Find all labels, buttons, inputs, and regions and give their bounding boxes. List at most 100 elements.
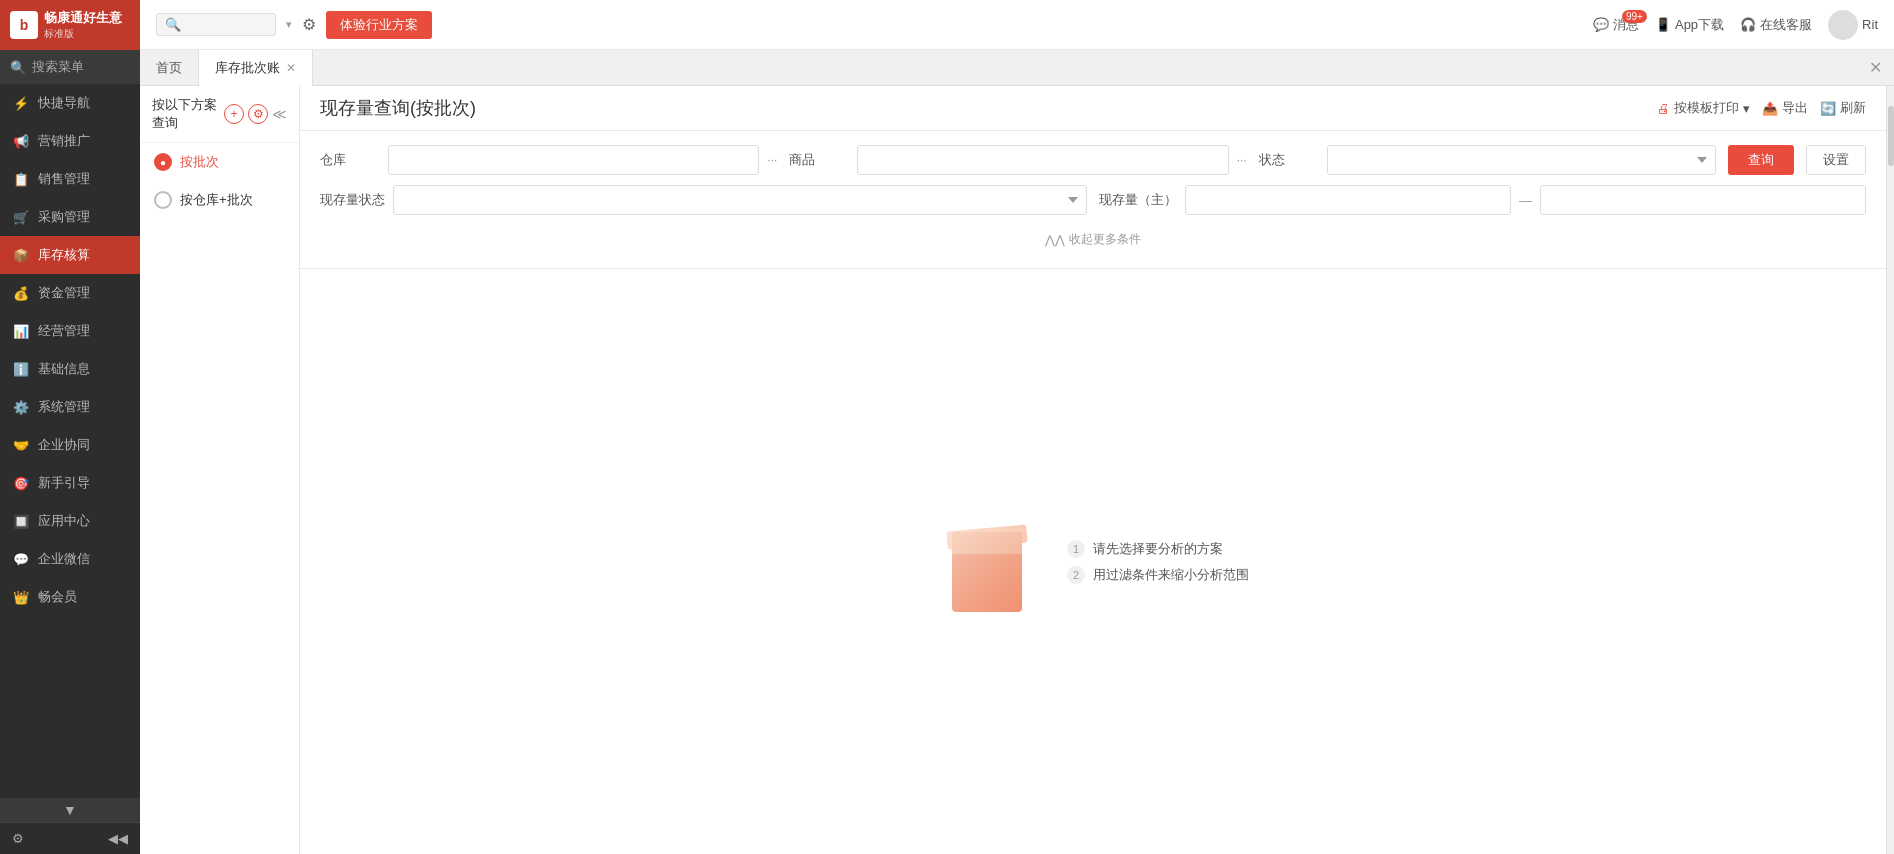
scheme-setting-btn[interactable]: ⚙ (248, 104, 268, 124)
tabs-close-all-icon[interactable]: ✕ (1857, 58, 1894, 77)
sidebar-item-quicknav[interactable]: ⚡ 快捷导航 (0, 84, 140, 122)
box-body (952, 552, 1022, 612)
topbar-messages[interactable]: 💬 消息 99+ (1593, 16, 1639, 34)
app-name-block: 畅康通好生意 标准版 (44, 10, 122, 40)
sidebar-item-basicinfo[interactable]: ℹ️ 基础信息 (0, 350, 140, 388)
sidebar-scroll-down[interactable]: ▼ (0, 798, 140, 822)
settings-icon[interactable]: ⚙ (12, 831, 24, 846)
filter-status: 状态 (1259, 145, 1716, 175)
filter-product: 商品 ··· (789, 145, 1246, 175)
inventory-qty-min[interactable] (1185, 185, 1511, 215)
filter-warehouse: 仓库 ··· (320, 145, 777, 175)
inventory-qty-label: 现存量（主） (1099, 191, 1177, 209)
sidebar-item-finance[interactable]: 💰 资金管理 (0, 274, 140, 312)
export-icon: 📤 (1762, 101, 1778, 116)
sidebar-item-inventory[interactable]: 📦 库存核算 (0, 236, 140, 274)
sales-icon: 📋 (12, 170, 30, 188)
purchase-icon: 🛒 (12, 208, 30, 226)
topbar-search-box[interactable]: 🔍 (156, 13, 276, 36)
sidebar: b 畅康通好生意 标准版 🔍 搜索菜单 ⚡ 快捷导航 📢 营销推广 📋 销售管理… (0, 0, 140, 854)
filter-row-2: 现存量状态 现存量（主） — (320, 185, 1866, 215)
sidebar-item-label: 企业协同 (38, 436, 90, 454)
product-filter-label: 商品 (789, 151, 849, 169)
product-more-btn[interactable]: ··· (1237, 153, 1247, 167)
empty-text: 1 请先选择要分析的方案 2 用过滤条件来缩小分析范围 (1067, 540, 1249, 584)
collapse-up-icon: ⋀⋀ (1045, 233, 1065, 247)
collapse-more-btn[interactable]: ⋀⋀ 收起更多条件 (320, 225, 1866, 254)
topbar-search-input[interactable] (185, 18, 265, 32)
sidebar-item-label: 资金管理 (38, 284, 90, 302)
product-filter-input[interactable] (857, 145, 1228, 175)
online-service-label: 在线客服 (1760, 16, 1812, 34)
print-dropdown-icon[interactable]: ▾ (1743, 101, 1750, 116)
messages-badge: 99+ (1622, 10, 1647, 23)
topbar-app-download[interactable]: 📱 App下载 (1655, 16, 1724, 34)
info-icon: ℹ️ (12, 360, 30, 378)
tab-inventory-batch-label: 库存批次账 (215, 59, 280, 77)
topbar-dropdown-icon[interactable]: ▾ (286, 18, 292, 31)
left-panel-actions: + ⚙ ≪ (224, 104, 287, 124)
sidebar-item-system[interactable]: ⚙️ 系统管理 (0, 388, 140, 426)
query-btn[interactable]: 查询 (1728, 145, 1794, 175)
sidebar-item-label: 新手引导 (38, 474, 90, 492)
sidebar-search-label: 搜索菜单 (32, 58, 84, 76)
print-label: 按模板打印 (1674, 99, 1739, 117)
tab-close-icon[interactable]: ✕ (286, 61, 296, 75)
left-panel-collapse-icon[interactable]: ≪ (272, 106, 287, 122)
topbar-online-service[interactable]: 🎧 在线客服 (1740, 16, 1812, 34)
sidebar-item-collab[interactable]: 🤝 企业协同 (0, 426, 140, 464)
nav-icon: ⚡ (12, 94, 30, 112)
filter-inventory-status: 现存量状态 (320, 185, 1087, 215)
scrollbar-thumb[interactable] (1888, 106, 1894, 166)
inventory-status-select[interactable] (393, 185, 1087, 215)
left-panel-title: 按以下方案查询 (152, 96, 218, 132)
sidebar-item-label: 库存核算 (38, 246, 90, 264)
tab-inventory-batch[interactable]: 库存批次账 ✕ (199, 50, 313, 86)
empty-step-2: 2 用过滤条件来缩小分析范围 (1067, 566, 1249, 584)
sidebar-item-marketing[interactable]: 📢 营销推广 (0, 122, 140, 160)
sidebar-item-guide[interactable]: 🎯 新手引导 (0, 464, 140, 502)
collapse-more-label: 收起更多条件 (1069, 231, 1141, 248)
warehouse-filter-label: 仓库 (320, 151, 380, 169)
empty-state: 1 请先选择要分析的方案 2 用过滤条件来缩小分析范围 (300, 269, 1886, 854)
sidebar-item-wechat[interactable]: 💬 企业微信 (0, 540, 140, 578)
guide-icon: 🎯 (12, 474, 30, 492)
step-num-1: 1 (1067, 540, 1085, 558)
export-action[interactable]: 📤 导出 (1762, 99, 1808, 117)
topbar-user[interactable]: Rit (1828, 10, 1878, 40)
sidebar-item-apps[interactable]: 🔲 应用中心 (0, 502, 140, 540)
page-content: 按以下方案查询 + ⚙ ≪ ● 按批次 ○ 按仓库+批次 现存量查询(按批次) (140, 86, 1894, 854)
finance-icon: 💰 (12, 284, 30, 302)
topbar-gear-icon[interactable]: ⚙ (302, 15, 316, 34)
apps-icon: 🔲 (12, 512, 30, 530)
print-action[interactable]: 🖨 按模板打印 ▾ (1657, 99, 1750, 117)
sidebar-search-menu[interactable]: 🔍 搜索菜单 (0, 50, 140, 84)
left-panel-item-batch[interactable]: ● 按批次 (140, 143, 299, 181)
left-panel-item-batch-label: 按批次 (180, 153, 219, 171)
page-header: 现存量查询(按批次) 🖨 按模板打印 ▾ 📤 导出 🔄 刷新 (300, 86, 1886, 131)
tabs-bar: 首页 库存批次账 ✕ ✕ (140, 50, 1894, 86)
sidebar-item-purchase[interactable]: 🛒 采购管理 (0, 198, 140, 236)
user-name: Rit (1862, 17, 1878, 32)
collapse-sidebar-icon[interactable]: ◀◀ (108, 831, 128, 846)
refresh-action[interactable]: 🔄 刷新 (1820, 99, 1866, 117)
sidebar-item-label: 销售管理 (38, 170, 90, 188)
tab-home[interactable]: 首页 (140, 50, 199, 86)
refresh-label: 刷新 (1840, 99, 1866, 117)
sidebar-item-sales[interactable]: 📋 销售管理 (0, 160, 140, 198)
sidebar-item-member[interactable]: 👑 畅会员 (0, 578, 140, 616)
tab-home-label: 首页 (156, 59, 182, 77)
sidebar-item-label: 基础信息 (38, 360, 90, 378)
left-panel: 按以下方案查询 + ⚙ ≪ ● 按批次 ○ 按仓库+批次 (140, 86, 300, 854)
inventory-qty-max[interactable] (1540, 185, 1866, 215)
add-scheme-btn[interactable]: + (224, 104, 244, 124)
sidebar-item-operation[interactable]: 📊 经营管理 (0, 312, 140, 350)
warehouse-more-btn[interactable]: ··· (767, 153, 777, 167)
settings-btn[interactable]: 设置 (1806, 145, 1866, 175)
status-filter-select[interactable] (1327, 145, 1716, 175)
left-panel-item-warehouse-batch[interactable]: ○ 按仓库+批次 (140, 181, 299, 219)
warehouse-filter-input[interactable] (388, 145, 759, 175)
sidebar-item-label: 畅会员 (38, 588, 77, 606)
experience-btn[interactable]: 体验行业方案 (326, 11, 432, 39)
right-scrollbar[interactable] (1886, 86, 1894, 854)
